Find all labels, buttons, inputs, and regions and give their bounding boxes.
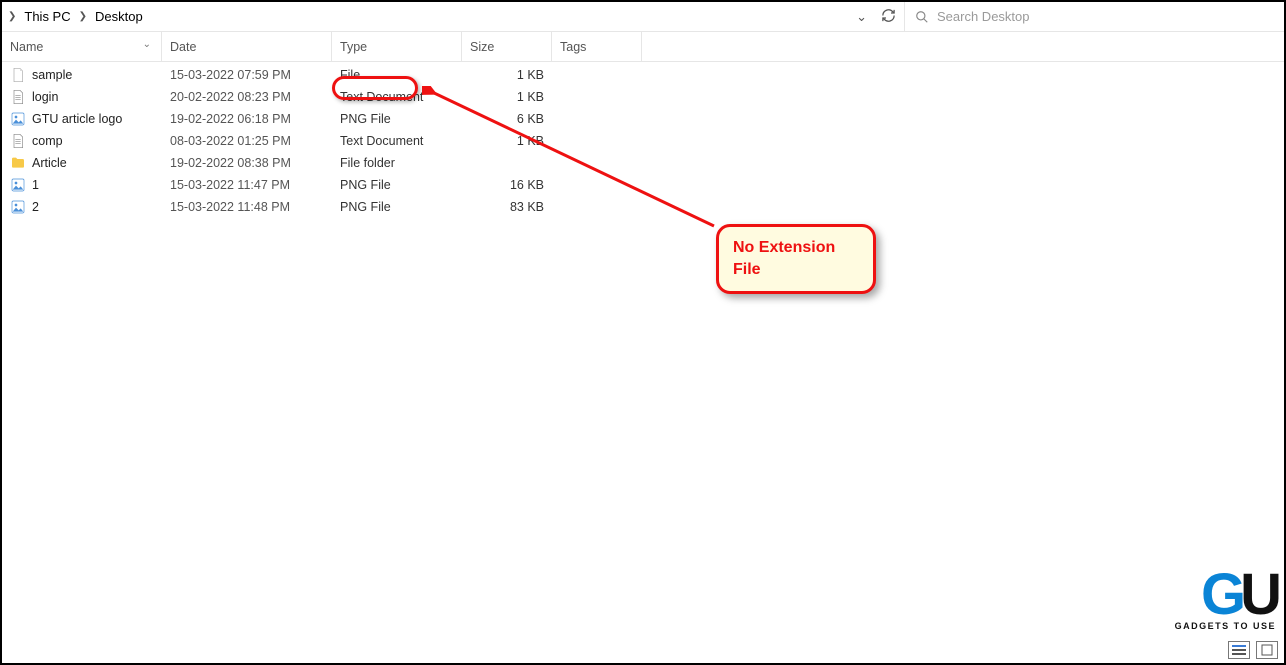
breadcrumb-item[interactable]: Desktop [89, 2, 149, 31]
file-row[interactable]: 1 15-03-2022 11:47 PMPNG File16 KB [2, 174, 1284, 196]
column-header-date[interactable]: Date [162, 32, 332, 61]
file-name: 1 [32, 178, 39, 192]
image-icon [10, 111, 26, 127]
image-icon [10, 199, 26, 215]
search-box[interactable] [904, 2, 1284, 31]
file-size: 83 KB [462, 200, 552, 214]
text-icon [10, 89, 26, 105]
annotation-callout: No Extension File [716, 224, 876, 294]
file-name: comp [32, 134, 63, 148]
column-label: Name [10, 40, 43, 54]
file-date: 19-02-2022 08:38 PM [162, 156, 332, 170]
file-size: 6 KB [462, 112, 552, 126]
file-row[interactable]: Article 19-02-2022 08:38 PMFile folder [2, 152, 1284, 174]
file-size: 1 KB [462, 68, 552, 82]
file-type: File [332, 68, 462, 82]
column-headers: Name ⌄ Date Type Size Tags [2, 32, 1284, 62]
file-date: 08-03-2022 01:25 PM [162, 134, 332, 148]
file-name: GTU article logo [32, 112, 122, 126]
text-icon [10, 133, 26, 149]
view-mode-buttons [1228, 641, 1278, 659]
file-row[interactable]: 2 15-03-2022 11:48 PMPNG File83 KB [2, 196, 1284, 218]
chevron-right-icon: ❯ [6, 11, 18, 22]
callout-text: No Extension File [733, 239, 835, 278]
breadcrumb-item[interactable]: This PC [18, 2, 76, 31]
file-name: sample [32, 68, 72, 82]
file-row[interactable]: GTU article logo 19-02-2022 06:18 PMPNG F… [2, 108, 1284, 130]
column-label: Tags [560, 40, 586, 54]
refresh-icon[interactable] [881, 8, 896, 26]
image-icon [10, 177, 26, 193]
brand-tagline: GADGETS TO USE [1175, 621, 1276, 631]
chevron-right-icon: ❯ [77, 11, 89, 22]
file-row[interactable]: login 20-02-2022 08:23 PMText Document1 K… [2, 86, 1284, 108]
column-header-tags[interactable]: Tags [552, 32, 642, 61]
column-label: Size [470, 40, 494, 54]
search-input[interactable] [937, 9, 1274, 24]
brand-logo: GU [1175, 570, 1276, 619]
file-type: PNG File [332, 178, 462, 192]
file-name: login [32, 90, 58, 104]
file-list: sample15-03-2022 07:59 PMFile1 KBlogin20… [2, 62, 1284, 218]
address-toolbar: ❯ This PC ❯ Desktop ⌄ [2, 2, 1284, 32]
column-label: Type [340, 40, 367, 54]
watermark: GU GADGETS TO USE [1175, 570, 1276, 631]
folder-icon [10, 155, 26, 171]
details-view-icon[interactable] [1228, 641, 1250, 659]
file-size: 1 KB [462, 134, 552, 148]
file-date: 20-02-2022 08:23 PM [162, 90, 332, 104]
breadcrumb[interactable]: ❯ This PC ❯ Desktop ⌄ [2, 2, 904, 31]
file-type: Text Document [332, 134, 462, 148]
file-icon [10, 67, 26, 83]
large-icons-view-icon[interactable] [1256, 641, 1278, 659]
file-name: 2 [32, 200, 39, 214]
file-row[interactable]: comp 08-03-2022 01:25 PMText Document1 KB [2, 130, 1284, 152]
file-type: PNG File [332, 112, 462, 126]
history-dropdown-icon[interactable]: ⌄ [856, 9, 867, 25]
file-date: 15-03-2022 11:47 PM [162, 178, 332, 192]
file-row[interactable]: sample 15-03-2022 07:59 PMFile1 KB [2, 64, 1284, 86]
file-type: Text Document [332, 90, 462, 104]
column-label: Date [170, 40, 196, 54]
file-date: 19-02-2022 06:18 PM [162, 112, 332, 126]
file-type: PNG File [332, 200, 462, 214]
sort-chevron-icon[interactable]: ⌄ [143, 39, 151, 50]
column-header-name[interactable]: Name ⌄ [2, 32, 162, 61]
file-name: Article [32, 156, 67, 170]
column-header-type[interactable]: Type [332, 32, 462, 61]
column-header-size[interactable]: Size [462, 32, 552, 61]
file-size: 16 KB [462, 178, 552, 192]
file-date: 15-03-2022 07:59 PM [162, 68, 332, 82]
file-type: File folder [332, 156, 462, 170]
file-date: 15-03-2022 11:48 PM [162, 200, 332, 214]
file-size: 1 KB [462, 90, 552, 104]
search-icon [915, 10, 929, 24]
